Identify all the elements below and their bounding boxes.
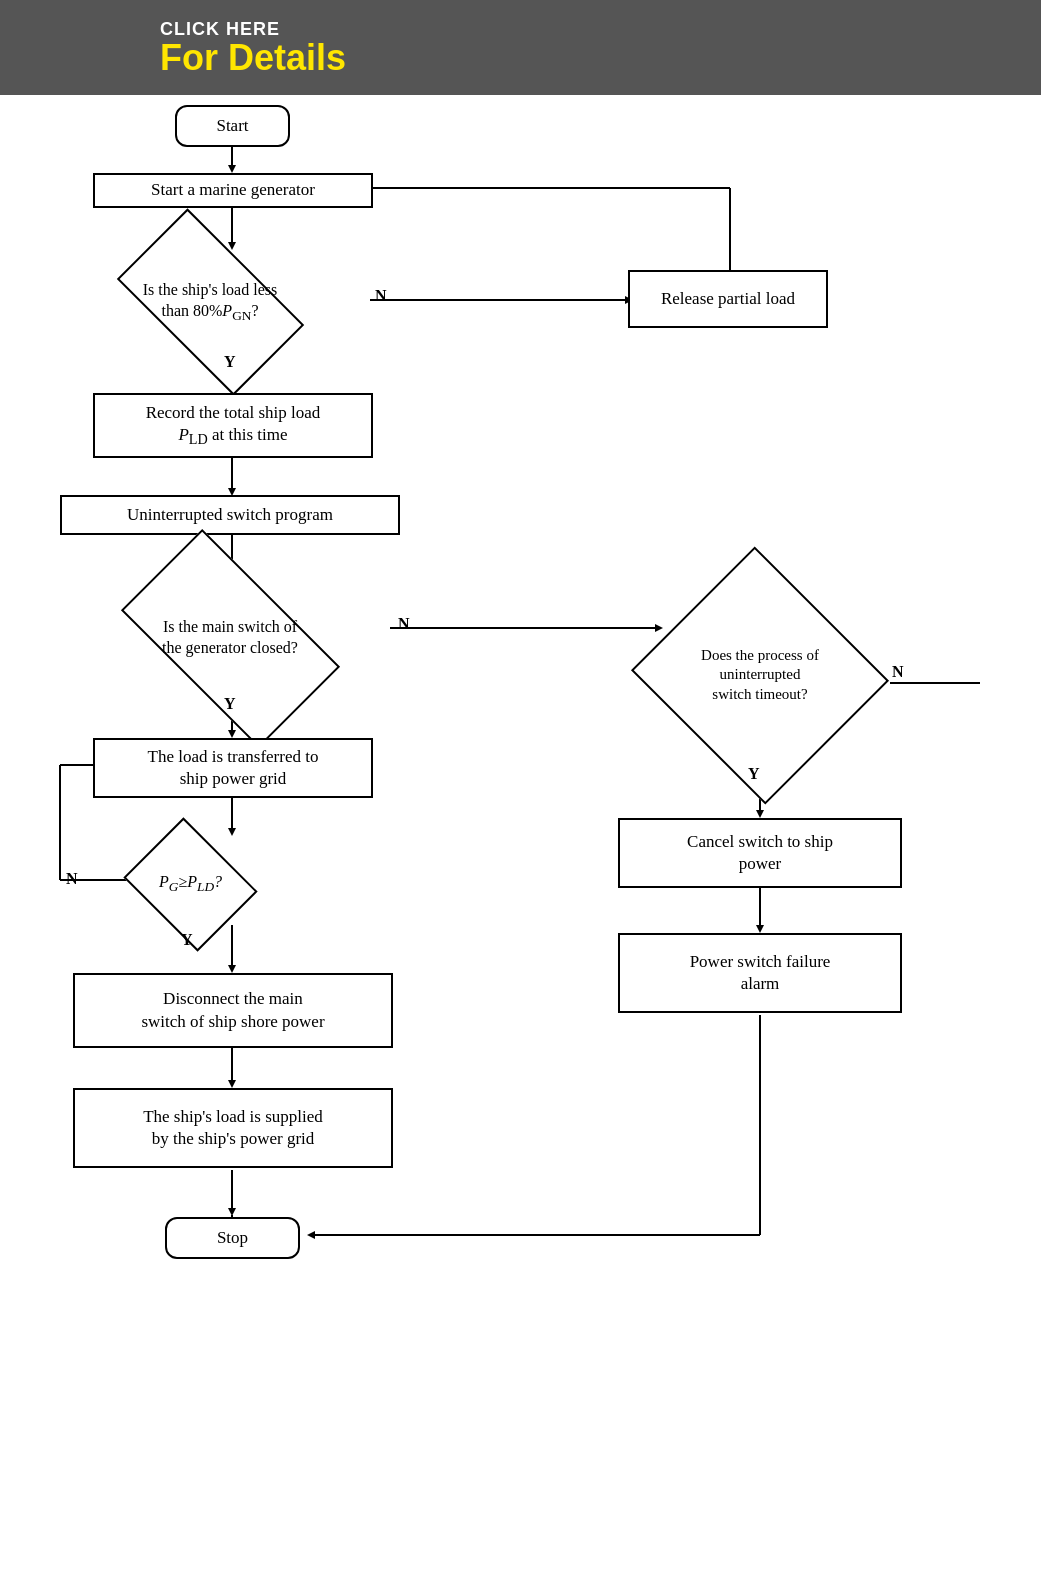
record-load-box: Record the total ship loadPLD at this ti… bbox=[93, 393, 373, 458]
svg-marker-15 bbox=[228, 965, 236, 973]
start-box: Start bbox=[175, 105, 290, 147]
for-details-text[interactable]: For Details bbox=[160, 40, 346, 76]
n-label-load: N bbox=[375, 287, 387, 305]
power-failure-box: Power switch failurealarm bbox=[618, 933, 902, 1013]
cancel-switch-box: Cancel switch to shippower bbox=[618, 818, 902, 888]
disconnect-box: Disconnect the mainswitch of ship shore … bbox=[73, 973, 393, 1048]
y-label-main: Y bbox=[224, 695, 236, 713]
n-label-pg: N bbox=[66, 870, 78, 888]
svg-marker-38 bbox=[307, 1231, 315, 1239]
header: CLICK HERE For Details bbox=[0, 0, 1041, 95]
svg-marker-30 bbox=[756, 925, 764, 933]
pg-check-diamond: PG≥PLD? bbox=[93, 835, 288, 933]
y-label-pg: Y bbox=[181, 931, 193, 949]
uninterrupted-box: Uninterrupted switch program bbox=[60, 495, 400, 535]
svg-marker-28 bbox=[756, 810, 764, 818]
release-load-box: Release partial load bbox=[628, 270, 828, 328]
n-label-timeout: N bbox=[892, 663, 904, 681]
y-label-timeout: Y bbox=[748, 765, 760, 783]
flowchart: Start Start a marine generator Is the sh… bbox=[0, 95, 1041, 1574]
timeout-diamond: Does the process ofuninterruptedswitch t… bbox=[580, 575, 940, 775]
ship-load-supplied-box: The ship's load is suppliedby the ship's… bbox=[73, 1088, 393, 1168]
main-switch-diamond: Is the main switch ofthe generator close… bbox=[40, 578, 420, 698]
y-label-load: Y bbox=[224, 353, 236, 371]
stop-box: Stop bbox=[165, 1217, 300, 1259]
start-marine-box: Start a marine generator bbox=[93, 173, 373, 208]
svg-marker-19 bbox=[228, 1208, 236, 1216]
svg-marker-11 bbox=[228, 730, 236, 738]
load-check-diamond: Is the ship's load lessthan 80%PGN? bbox=[60, 247, 360, 357]
svg-marker-1 bbox=[228, 165, 236, 173]
load-transferred-box: The load is transferred toship power gri… bbox=[93, 738, 373, 798]
svg-marker-17 bbox=[228, 1080, 236, 1088]
n-label-main: N bbox=[398, 615, 410, 633]
